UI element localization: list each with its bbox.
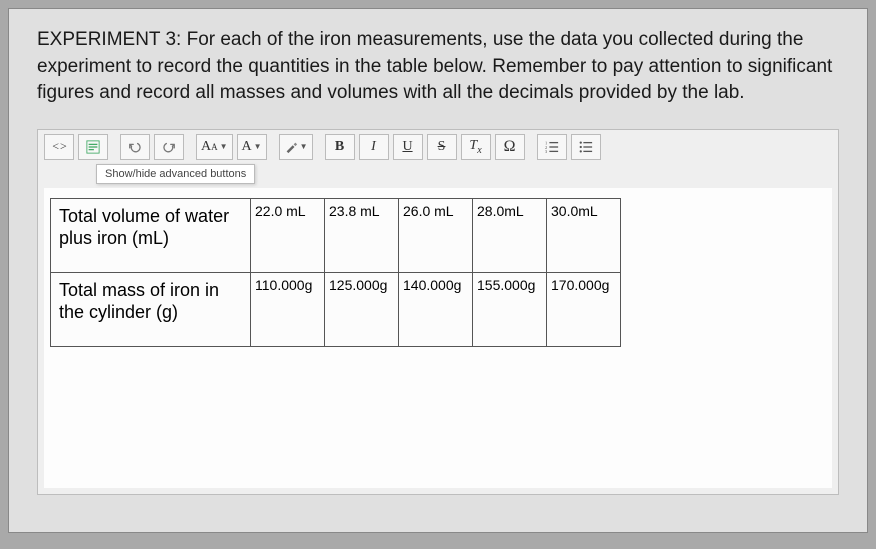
rich-text-editor: < > AA▼ <box>37 129 839 495</box>
editor-canvas[interactable]: Total volume of water plus iron (mL) 22.… <box>44 188 832 488</box>
page-container: EXPERIMENT 3: For each of the iron measu… <box>8 8 868 533</box>
data-cell[interactable]: 140.000g <box>399 272 473 346</box>
strikethrough-button[interactable]: S <box>427 134 457 160</box>
editor-toolbar: < > AA▼ <box>38 130 838 160</box>
clear-format-button[interactable]: Tx <box>461 134 491 160</box>
experiment-instructions: EXPERIMENT 3: For each of the iron measu… <box>37 27 839 107</box>
view-html-button[interactable]: < > <box>44 134 74 160</box>
omega-icon: Ω <box>504 138 516 156</box>
undo-icon <box>128 140 142 154</box>
underline-icon: U <box>402 139 412 155</box>
special-char-button[interactable]: Ω <box>495 134 525 160</box>
data-cell[interactable]: 22.0 mL <box>251 198 325 272</box>
svg-text:3: 3 <box>545 149 548 154</box>
unordered-list-button[interactable] <box>571 134 601 160</box>
paintbrush-icon <box>284 140 298 154</box>
italic-button[interactable]: I <box>359 134 389 160</box>
unordered-list-icon <box>579 140 593 154</box>
data-cell[interactable]: 125.000g <box>325 272 399 346</box>
chevron-down-icon: ▼ <box>254 142 262 151</box>
clear-format-icon: Tx <box>469 138 481 156</box>
underline-button[interactable]: U <box>393 134 423 160</box>
ordered-list-button[interactable]: 1 2 3 <box>537 134 567 160</box>
chevron-down-icon: ▼ <box>220 142 228 151</box>
data-cell[interactable]: 30.0mL <box>547 198 621 272</box>
code-icon: < > <box>52 139 66 154</box>
table-row: Total volume of water plus iron (mL) 22.… <box>51 198 621 272</box>
text-color-button[interactable]: ▼ <box>279 134 313 160</box>
expand-toolbar-icon <box>86 140 100 154</box>
data-cell[interactable]: 23.8 mL <box>325 198 399 272</box>
bold-icon: B <box>335 139 344 155</box>
experiment-label: EXPERIMENT 3 <box>37 29 176 50</box>
font-size-icon: A <box>242 139 252 155</box>
row-header[interactable]: Total volume of water plus iron (mL) <box>51 198 251 272</box>
font-family-button[interactable]: AA▼ <box>196 134 233 160</box>
italic-icon: I <box>371 139 376 155</box>
bold-button[interactable]: B <box>325 134 355 160</box>
redo-icon <box>162 140 176 154</box>
row-header[interactable]: Total mass of iron in the cylinder (g) <box>51 272 251 346</box>
data-table: Total volume of water plus iron (mL) 22.… <box>50 198 621 347</box>
font-family-icon: AA <box>201 139 218 155</box>
chevron-down-icon: ▼ <box>300 142 308 151</box>
data-cell[interactable]: 170.000g <box>547 272 621 346</box>
table-row: Total mass of iron in the cylinder (g) 1… <box>51 272 621 346</box>
redo-button[interactable] <box>154 134 184 160</box>
data-cell[interactable]: 26.0 mL <box>399 198 473 272</box>
toggle-advanced-button[interactable] <box>78 134 108 160</box>
data-cell[interactable]: 28.0mL <box>473 198 547 272</box>
font-size-button[interactable]: A▼ <box>237 134 267 160</box>
data-cell[interactable]: 155.000g <box>473 272 547 346</box>
ordered-list-icon: 1 2 3 <box>545 140 559 154</box>
data-cell[interactable]: 110.000g <box>251 272 325 346</box>
toolbar-tooltip: Show/hide advanced buttons <box>96 164 255 184</box>
undo-button[interactable] <box>120 134 150 160</box>
strike-icon: S <box>438 139 446 155</box>
